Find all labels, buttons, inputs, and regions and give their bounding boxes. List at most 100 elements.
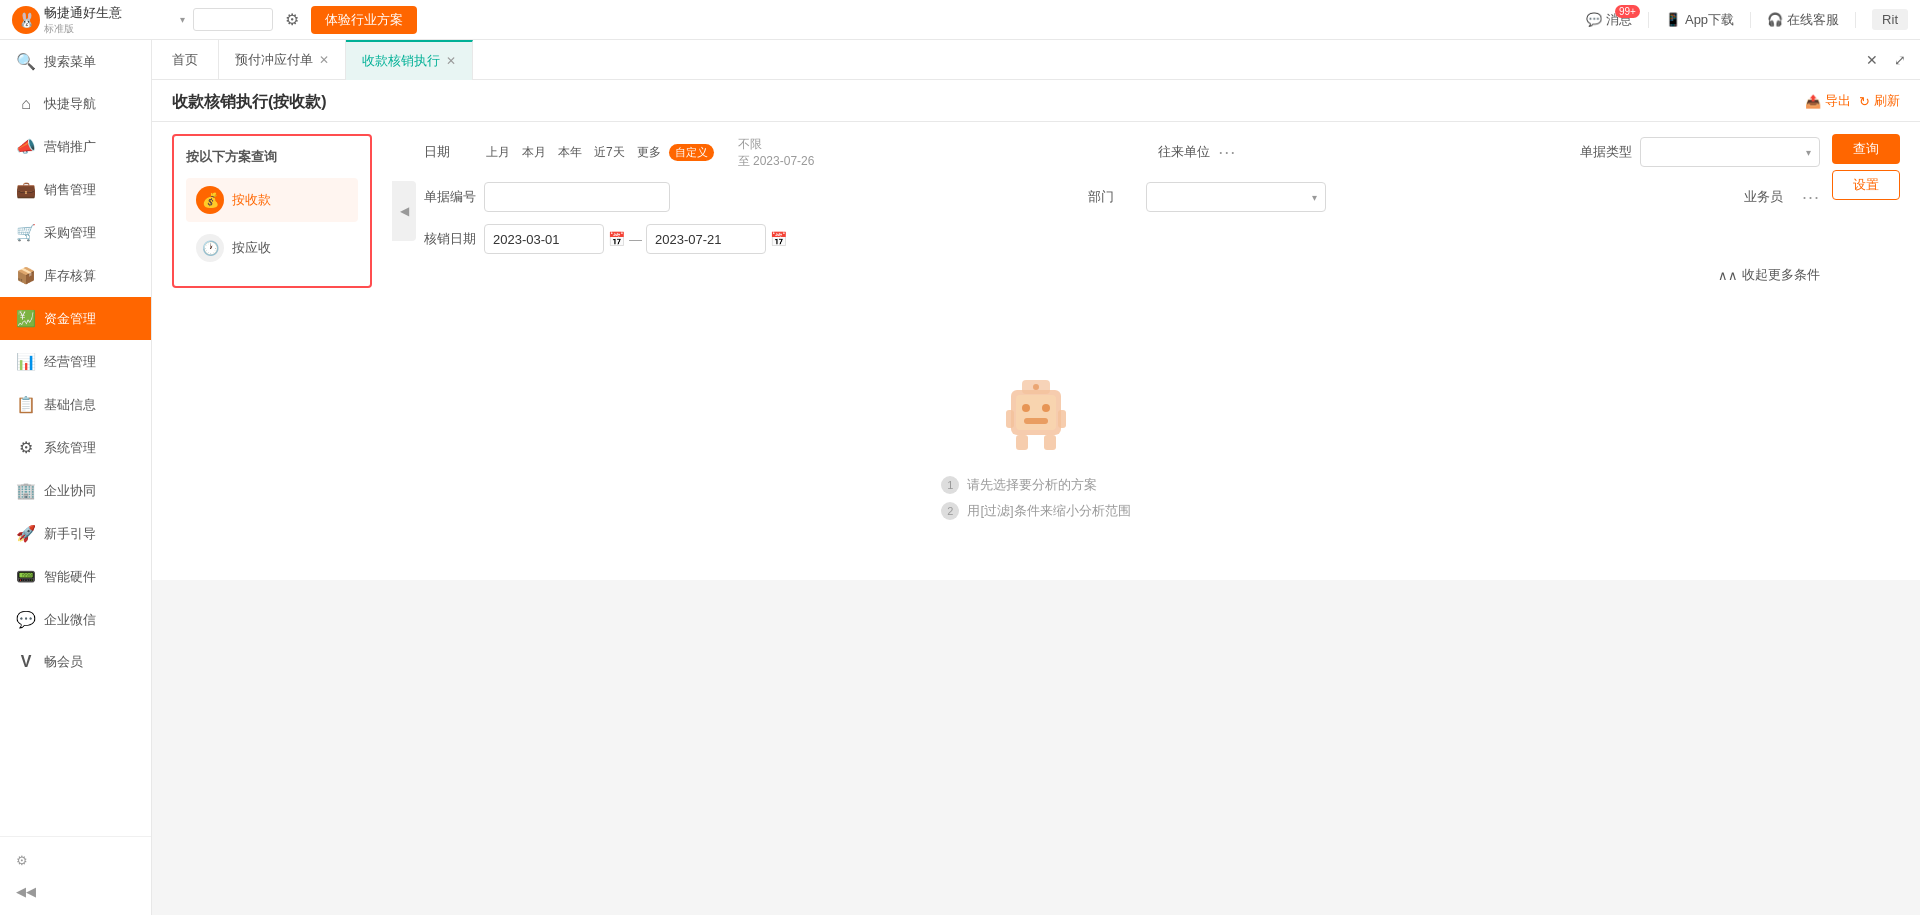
sidebar-item-operations[interactable]: 📊 经营管理 <box>0 340 151 383</box>
refresh-button[interactable]: ↻ 刷新 <box>1859 92 1900 110</box>
home-icon: ⌂ <box>16 95 36 113</box>
docno-input[interactable] <box>484 182 670 212</box>
tab-home[interactable]: 首页 <box>152 40 219 80</box>
sidebar-collapse-button[interactable]: ◀◀ <box>0 876 151 907</box>
tab-prepay[interactable]: 预付冲应付单 ✕ <box>219 40 346 80</box>
page-header-actions: 📤 导出 ↻ 刷新 <box>1805 92 1900 110</box>
filter-panel: 按以下方案查询 💰 按收款 🕐 按应收 ◀ <box>152 122 1920 300</box>
hardware-icon: 📟 <box>16 567 36 586</box>
date-7days-btn[interactable]: 近7天 <box>590 143 629 162</box>
sidebar-item-inventory[interactable]: 📦 库存核算 <box>0 254 151 297</box>
message-button[interactable]: 💬 消息 99+ <box>1586 11 1632 29</box>
finance-icon: 💹 <box>16 309 36 328</box>
sidebar-item-label: 库存核算 <box>44 267 96 285</box>
beginner-icon: 🚀 <box>16 524 36 543</box>
sidebar-item-purchase[interactable]: 🛒 采购管理 <box>0 211 151 254</box>
sales-icon: 💼 <box>16 180 36 199</box>
solution-button[interactable]: 体验行业方案 <box>311 6 417 34</box>
settings-icon: ⚙ <box>16 853 28 868</box>
page-title: 收款核销执行(按收款) <box>172 93 327 110</box>
user-button[interactable]: Rit <box>1872 9 1908 30</box>
member-icon: V <box>16 653 36 671</box>
svg-point-10 <box>1033 384 1039 390</box>
tab-prepay-label: 预付冲应付单 <box>235 51 313 69</box>
marketing-icon: 📣 <box>16 137 36 156</box>
verify-date-end-calendar-icon[interactable]: 📅 <box>770 231 787 247</box>
tab-prepay-close[interactable]: ✕ <box>319 53 329 67</box>
empty-step-2-text: 用[过滤]条件来缩小分析范围 <box>967 502 1130 520</box>
sidebar-item-basic-info[interactable]: 📋 基础信息 <box>0 383 151 426</box>
sidebar-item-beginner[interactable]: 🚀 新手引导 <box>0 512 151 555</box>
verify-date-end-input[interactable] <box>646 224 766 254</box>
sidebar-item-quicknav[interactable]: ⌂ 快捷导航 <box>0 83 151 125</box>
brand-area: 🐰 畅捷通好生意 标准版 <box>12 4 172 36</box>
dept-select[interactable]: ▾ <box>1146 182 1326 212</box>
sidebar-item-label: 快捷导航 <box>44 95 96 113</box>
sidebar-item-label: 采购管理 <box>44 224 96 242</box>
docno-form-group: 单据编号 <box>424 182 670 212</box>
svg-rect-7 <box>1016 435 1028 450</box>
date-custom-badge[interactable]: 自定义 <box>669 144 714 161</box>
export-label: 导出 <box>1825 92 1851 110</box>
app-download-button[interactable]: 📱 App下载 <box>1665 11 1734 29</box>
online-service-label: 在线客服 <box>1787 11 1839 29</box>
counterpart-select-btn[interactable]: ··· <box>1218 142 1236 163</box>
verify-date-start-calendar-icon[interactable]: 📅 <box>608 231 625 247</box>
date-this-month-btn[interactable]: 本月 <box>518 143 550 162</box>
date-range-separator: — <box>629 232 642 247</box>
brand-dropdown-icon[interactable]: ▾ <box>180 14 185 25</box>
doctype-dropdown-icon: ▾ <box>1806 147 1811 158</box>
sidebar-item-wechat[interactable]: 💬 企业微信 <box>0 598 151 641</box>
date-more-btn[interactable]: 更多 <box>633 143 665 162</box>
filter-option-by-receipt[interactable]: 💰 按收款 <box>186 178 358 222</box>
main-layout: 🔍 搜索菜单 ⌂ 快捷导航 📣 营销推广 💼 销售管理 🛒 采购管理 📦 库存核… <box>0 40 1920 915</box>
filter-collapse-button[interactable]: ◀ <box>392 181 416 241</box>
sidebar-item-marketing[interactable]: 📣 营销推广 <box>0 125 151 168</box>
doctype-select[interactable]: ▾ <box>1640 137 1820 167</box>
filter-option-by-receivable[interactable]: 🕐 按应收 <box>186 226 358 270</box>
salesperson-select-btn[interactable]: ··· <box>1802 187 1820 208</box>
setting-button[interactable]: 设置 <box>1832 170 1900 200</box>
divider <box>1648 12 1649 28</box>
sidebar-item-label: 资金管理 <box>44 310 96 328</box>
online-service-button[interactable]: 🎧 在线客服 <box>1767 11 1839 29</box>
query-button[interactable]: 查询 <box>1832 134 1900 164</box>
sidebar-item-hardware[interactable]: 📟 智能硬件 <box>0 555 151 598</box>
empty-illustration <box>986 360 1086 460</box>
message-badge: 99+ <box>1615 5 1640 18</box>
topbar-title-input <box>193 8 273 31</box>
export-button[interactable]: 📤 导出 <box>1805 92 1851 110</box>
export-icon: 📤 <box>1805 94 1821 109</box>
brand-sub: 标准版 <box>44 22 122 36</box>
more-conditions-button[interactable]: ∧∧ 收起更多条件 <box>1718 266 1820 284</box>
sidebar-item-enterprise-collab[interactable]: 🏢 企业协同 <box>0 469 151 512</box>
tab-verify[interactable]: 收款核销执行 ✕ <box>346 40 473 80</box>
verify-date-range: 📅 — 📅 <box>484 224 787 254</box>
sidebar: 🔍 搜索菜单 ⌂ 快捷导航 📣 营销推广 💼 销售管理 🛒 采购管理 📦 库存核… <box>0 40 152 915</box>
svg-rect-4 <box>1024 418 1048 424</box>
date-form-group: 日期 上月 本月 本年 近7天 更多 自定义 <box>424 143 714 162</box>
date-last-month-btn[interactable]: 上月 <box>482 143 514 162</box>
sidebar-item-system[interactable]: ⚙ 系统管理 <box>0 426 151 469</box>
sidebar-item-search[interactable]: 🔍 搜索菜单 <box>0 40 151 83</box>
verify-date-start-input[interactable] <box>484 224 604 254</box>
sidebar-item-sales[interactable]: 💼 销售管理 <box>0 168 151 211</box>
tab-expand-button[interactable]: ⤢ <box>1888 48 1912 72</box>
tab-verify-close[interactable]: ✕ <box>446 54 456 68</box>
counterpart-form-group: 往来单位 ··· <box>1158 142 1236 163</box>
brand-name: 畅捷通好生意 <box>44 4 122 22</box>
svg-rect-5 <box>1006 410 1014 428</box>
date-this-year-btn[interactable]: 本年 <box>554 143 586 162</box>
filter-sidebar-title: 按以下方案查询 <box>186 148 358 166</box>
sidebar-item-member[interactable]: V 畅会员 <box>0 641 151 683</box>
gear-icon[interactable]: ⚙ <box>285 10 299 29</box>
tab-close-all-button[interactable]: ✕ <box>1860 48 1884 72</box>
divider2 <box>1750 12 1751 28</box>
sidebar-item-label: 营销推广 <box>44 138 96 156</box>
logo-icon: 🐰 <box>12 6 40 34</box>
topbar: 🐰 畅捷通好生意 标准版 ▾ ⚙ 体验行业方案 💬 消息 99+ 📱 App下载… <box>0 0 1920 40</box>
purchase-icon: 🛒 <box>16 223 36 242</box>
sidebar-item-finance[interactable]: 💹 资金管理 <box>0 297 151 340</box>
sidebar-settings-button[interactable]: ⚙ <box>0 845 151 876</box>
tab-bar-actions: ✕ ⤢ <box>1860 48 1920 72</box>
